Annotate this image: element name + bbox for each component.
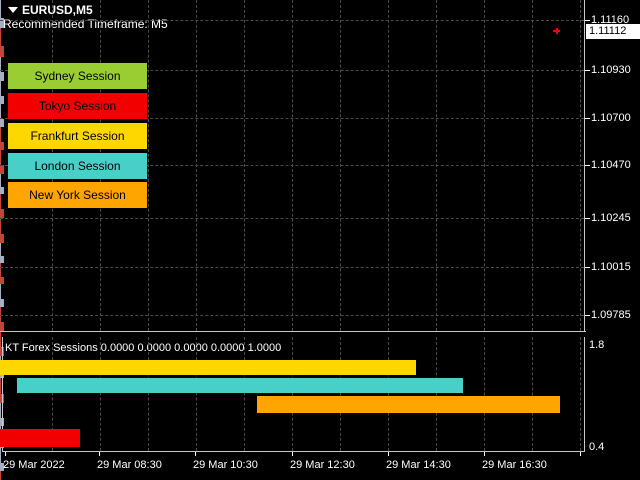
price-axis-tick	[585, 267, 590, 268]
time-axis-label: 29 Mar 16:30	[482, 459, 547, 471]
time-axis-label: 29 Mar 10:30	[193, 459, 258, 471]
time-axis-label: 29 Mar 12:30	[290, 459, 355, 471]
price-axis-label: 1.10245	[591, 212, 631, 224]
v-gridline	[148, 337, 149, 451]
price-axis-label: 1.11160	[591, 14, 630, 26]
subwindow-right-border	[584, 337, 585, 452]
v-gridline	[580, 337, 581, 451]
price-axis-tick	[585, 315, 590, 316]
time-axis-tick	[99, 452, 100, 456]
candle-wick	[0, 448, 1, 463]
time-axis-label: 29 Mar 08:30	[97, 459, 162, 471]
symbol-timeframe-label: EURUSD,M5	[22, 3, 93, 17]
indicator-title: KT Forex Sessions 0.0000 0.0000 0.0000 0…	[5, 342, 282, 354]
v-gridline	[196, 0, 197, 331]
current-price-marker	[556, 28, 558, 34]
subwindow-bottom-border	[2, 451, 585, 452]
v-gridline	[532, 337, 533, 451]
legend-new-york-session: New York Session	[8, 182, 147, 208]
price-axis-tick	[585, 218, 590, 219]
price-axis-label: 1.10700	[591, 112, 631, 124]
price-axis-label: 1.09785	[591, 309, 631, 321]
v-gridline	[244, 0, 245, 331]
time-axis-tick	[580, 452, 581, 456]
price-axis-label: 1.10930	[591, 64, 631, 76]
legend-london-session: London Session	[8, 153, 147, 179]
price-axis-tick	[585, 70, 590, 71]
v-gridline	[532, 0, 533, 331]
frankfurt-session-bar	[0, 360, 416, 375]
v-gridline	[100, 337, 101, 451]
new-york-session-bar	[257, 396, 560, 413]
v-gridline	[388, 337, 389, 451]
indicator-scale-min: 0.4	[589, 441, 605, 453]
candle-wick	[0, 403, 1, 418]
time-axis-tick	[484, 452, 485, 456]
london-session-bar	[17, 378, 463, 393]
v-gridline	[148, 0, 149, 331]
v-gridline	[244, 337, 245, 451]
candle-wick	[0, 378, 1, 394]
v-gridline	[580, 0, 581, 331]
v-gridline	[484, 0, 485, 331]
price-axis-tick	[585, 165, 590, 166]
candle-wick	[0, 331, 1, 347]
time-axis-label: 29 Mar 2022	[3, 459, 65, 471]
v-gridline	[484, 337, 485, 451]
legend-sydney-session: Sydney Session	[8, 63, 147, 89]
price-axis-label: 1.10015	[591, 261, 631, 273]
v-gridline	[436, 0, 437, 331]
mt4-chart-window: EURUSD,M5 Recommended Timeframe: M5 1.11…	[0, 0, 640, 480]
chevron-down-icon	[8, 7, 18, 13]
v-gridline	[340, 0, 341, 331]
v-gridline	[292, 337, 293, 451]
time-axis-tick	[5, 452, 6, 456]
v-gridline	[388, 0, 389, 331]
indicator-scale-max: 1.8	[589, 339, 605, 351]
legend-frankfurt-session: Frankfurt Session	[8, 123, 147, 149]
v-gridline	[340, 337, 341, 451]
tokyo-session-bar	[0, 429, 80, 447]
price-axis-tick	[585, 118, 590, 119]
v-gridline	[196, 337, 197, 451]
price-axis-label: 1.10470	[591, 159, 631, 171]
legend-tokyo-session: Tokyo Session	[8, 93, 147, 119]
window-separator	[0, 331, 586, 332]
v-gridline	[292, 0, 293, 331]
time-axis-tick	[195, 452, 196, 456]
time-axis-tick	[292, 452, 293, 456]
price-axis-tick	[585, 20, 590, 21]
v-gridline	[436, 337, 437, 451]
time-axis-label: 29 Mar 14:30	[386, 459, 451, 471]
candle-wick	[0, 471, 1, 480]
time-axis-tick	[388, 452, 389, 456]
